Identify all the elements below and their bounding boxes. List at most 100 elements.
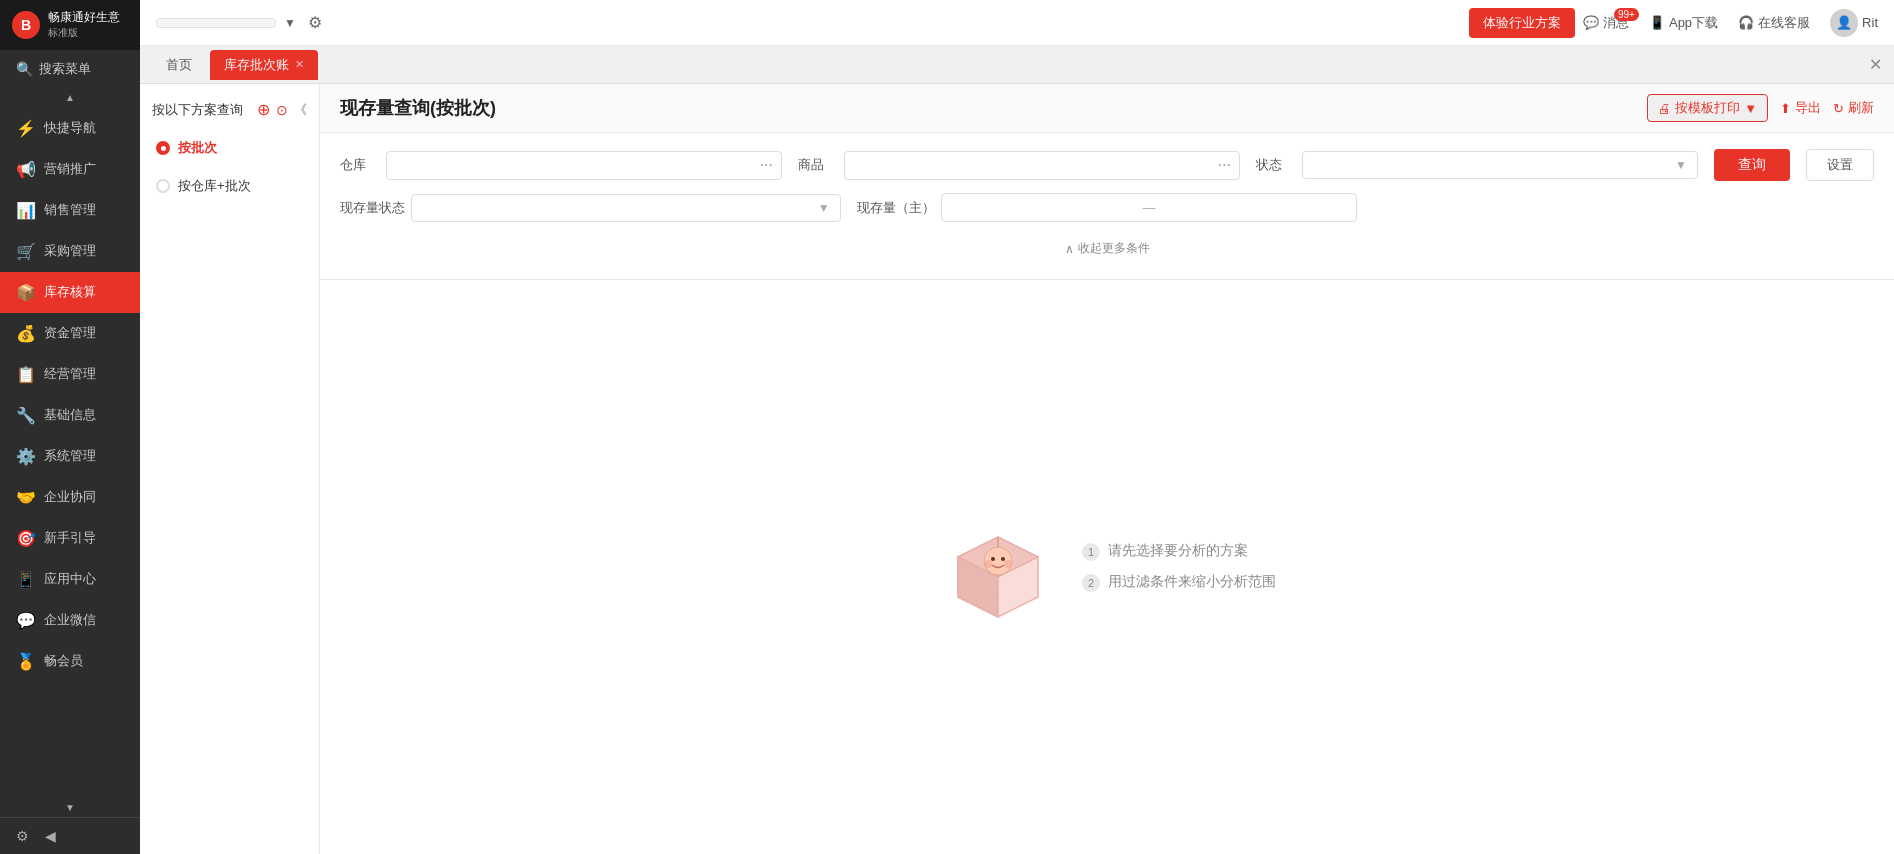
sidebar-item-inventory[interactable]: 📦 库存核算: [0, 272, 140, 313]
sidebar-label-newbie: 新手引导: [44, 529, 124, 547]
headset-icon: 🎧: [1738, 15, 1754, 30]
settings-button[interactable]: 设置: [1806, 149, 1874, 181]
filter-collapse-icon[interactable]: 《: [294, 101, 307, 119]
svg-point-8: [1004, 560, 1012, 568]
sidebar-label-quick-nav: 快捷导航: [44, 119, 124, 137]
sidebar-label-operation: 经营管理: [44, 365, 124, 383]
filter-item-by-batch-label: 按批次: [178, 139, 217, 157]
export-button[interactable]: ⬆ 导出: [1780, 99, 1821, 117]
sidebar-icon-newbie: 🎯: [16, 529, 36, 548]
empty-tip-1: 1 请先选择要分析的方案: [1082, 542, 1276, 561]
tip-text-1: 请先选择要分析的方案: [1108, 542, 1248, 560]
print-button[interactable]: 🖨 按模板打印 ▼: [1647, 94, 1768, 122]
query-button[interactable]: 查询: [1714, 149, 1790, 181]
page-body: 按以下方案查询 ⊕ ⊙ 《 按批次 按仓库+批次 现存量查询(按批次): [140, 84, 1894, 854]
filter-panel: 按以下方案查询 ⊕ ⊙ 《 按批次 按仓库+批次: [140, 84, 320, 854]
sidebar-label-enterprise: 企业协同: [44, 488, 124, 506]
user-item[interactable]: 👤 Rit: [1830, 9, 1878, 37]
tab-close-icon[interactable]: ✕: [295, 58, 304, 71]
search-form-row-2: 现存量状态 ▼ 现存量（主） —: [340, 193, 1874, 222]
sidebar-label-inventory: 库存核算: [44, 283, 124, 301]
collapse-sidebar-icon[interactable]: ◀: [45, 828, 56, 844]
warehouse-label: 仓库: [340, 156, 380, 174]
sidebar-item-wechat[interactable]: 💬 企业微信: [0, 600, 140, 641]
sidebar-menu: ⚡ 快捷导航 📢 营销推广 📊 销售管理 🛒 采购管理 📦 库存核算 💰 资金管…: [0, 108, 140, 797]
filter-item-by-warehouse-batch[interactable]: 按仓库+批次: [140, 167, 319, 205]
sidebar-icon-sales: 📊: [16, 201, 36, 220]
experience-button[interactable]: 体验行业方案: [1469, 8, 1575, 38]
filter-radio-by-warehouse-batch: [156, 179, 170, 193]
sidebar-scroll-down[interactable]: ▼: [0, 797, 140, 817]
tab-home[interactable]: 首页: [152, 50, 206, 80]
collapse-more-btn[interactable]: ∧ 收起更多条件: [340, 234, 1874, 263]
topbar-gear-icon[interactable]: ⚙: [304, 9, 326, 36]
sidebar-icon-basic: 🔧: [16, 406, 36, 425]
topbar-search-box[interactable]: [156, 18, 276, 28]
sidebar-item-finance[interactable]: 💰 资金管理: [0, 313, 140, 354]
sidebar-item-purchase[interactable]: 🛒 采购管理: [0, 231, 140, 272]
topbar-breadcrumb: ▼ ⚙: [156, 9, 1461, 36]
online-service-item[interactable]: 🎧 在线客服: [1738, 14, 1810, 32]
status-select[interactable]: ▼: [1302, 151, 1698, 179]
sidebar-item-enterprise[interactable]: 🤝 企业协同: [0, 477, 140, 518]
collapse-more-icon: ∧: [1065, 242, 1074, 256]
message-icon: 💬: [1583, 15, 1599, 30]
sidebar-label-finance: 资金管理: [44, 324, 124, 342]
sidebar-scroll-up[interactable]: ▲: [0, 88, 140, 108]
product-field: 商品 ···: [798, 151, 1240, 180]
status-label: 状态: [1256, 156, 1296, 174]
stock-status-select[interactable]: ▼: [411, 194, 841, 222]
sidebar-icon-enterprise: 🤝: [16, 488, 36, 507]
sidebar-item-operation[interactable]: 📋 经营管理: [0, 354, 140, 395]
sidebar-item-basic[interactable]: 🔧 基础信息: [0, 395, 140, 436]
sidebar-item-system[interactable]: ⚙️ 系统管理: [0, 436, 140, 477]
svg-point-6: [1001, 557, 1005, 561]
sidebar-item-quick-nav[interactable]: ⚡ 快捷导航: [0, 108, 140, 149]
settings-icon[interactable]: ⚙: [16, 828, 29, 844]
sidebar-item-member[interactable]: 🏅 畅会员: [0, 641, 140, 682]
product-input[interactable]: [845, 152, 1210, 179]
stock-qty-range[interactable]: —: [941, 193, 1358, 222]
sidebar-label-marketing: 营销推广: [44, 160, 124, 178]
page-title-actions: 🖨 按模板打印 ▼ ⬆ 导出 ↻ 刷新: [1647, 94, 1874, 122]
tabs-bar-close-icon[interactable]: ✕: [1869, 55, 1882, 74]
app-download-item[interactable]: 📱 App下载: [1649, 14, 1718, 32]
tab-inventory-batch[interactable]: 库存批次账 ✕: [210, 50, 318, 80]
sidebar-icon-wechat: 💬: [16, 611, 36, 630]
sidebar-item-sales[interactable]: 📊 销售管理: [0, 190, 140, 231]
sidebar-search[interactable]: 🔍 搜索菜单: [0, 50, 140, 88]
messages-item[interactable]: 💬 消息 99+: [1583, 14, 1629, 32]
filter-item-by-batch[interactable]: 按批次: [140, 129, 319, 167]
filter-add-icon[interactable]: ⊕: [257, 100, 270, 119]
sidebar-label-member: 畅会员: [44, 652, 124, 670]
product-input-wrapper[interactable]: ···: [844, 151, 1240, 180]
stock-qty-min-input[interactable]: [952, 200, 1139, 215]
warehouse-more-btn[interactable]: ···: [752, 157, 781, 173]
warehouse-input[interactable]: [387, 152, 752, 179]
empty-illustration: [938, 507, 1058, 627]
app-version: 标准版: [48, 26, 120, 40]
online-service-label: 在线客服: [1758, 14, 1810, 32]
refresh-label: 刷新: [1848, 99, 1874, 117]
print-label: 按模板打印: [1675, 99, 1740, 117]
stock-qty-max-input[interactable]: [1160, 200, 1347, 215]
filter-panel-header: 按以下方案查询 ⊕ ⊙ 《: [140, 96, 319, 129]
tabs-bar: 首页 库存批次账 ✕ ✕: [140, 46, 1894, 84]
status-select-arrow: ▼: [1675, 158, 1687, 172]
refresh-button[interactable]: ↻ 刷新: [1833, 99, 1874, 117]
stock-qty-dash: —: [1139, 200, 1160, 215]
sidebar-icon-operation: 📋: [16, 365, 36, 384]
product-more-btn[interactable]: ···: [1210, 157, 1239, 173]
topbar-dropdown-button[interactable]: ▼: [280, 14, 300, 32]
warehouse-input-wrapper[interactable]: ···: [386, 151, 782, 180]
print-dropdown-icon[interactable]: ▼: [1744, 101, 1757, 116]
sidebar-item-marketing[interactable]: 📢 营销推广: [0, 149, 140, 190]
sidebar-item-app-center[interactable]: 📱 应用中心: [0, 559, 140, 600]
svg-point-5: [991, 557, 995, 561]
sidebar-icon-finance: 💰: [16, 324, 36, 343]
filter-settings-icon[interactable]: ⊙: [276, 102, 288, 118]
app-logo: B: [12, 11, 40, 39]
sidebar-item-newbie[interactable]: 🎯 新手引导: [0, 518, 140, 559]
page-title: 现存量查询(按批次): [340, 96, 496, 120]
empty-state: 1 请先选择要分析的方案 2 用过滤条件来缩小分析范围: [320, 280, 1894, 854]
